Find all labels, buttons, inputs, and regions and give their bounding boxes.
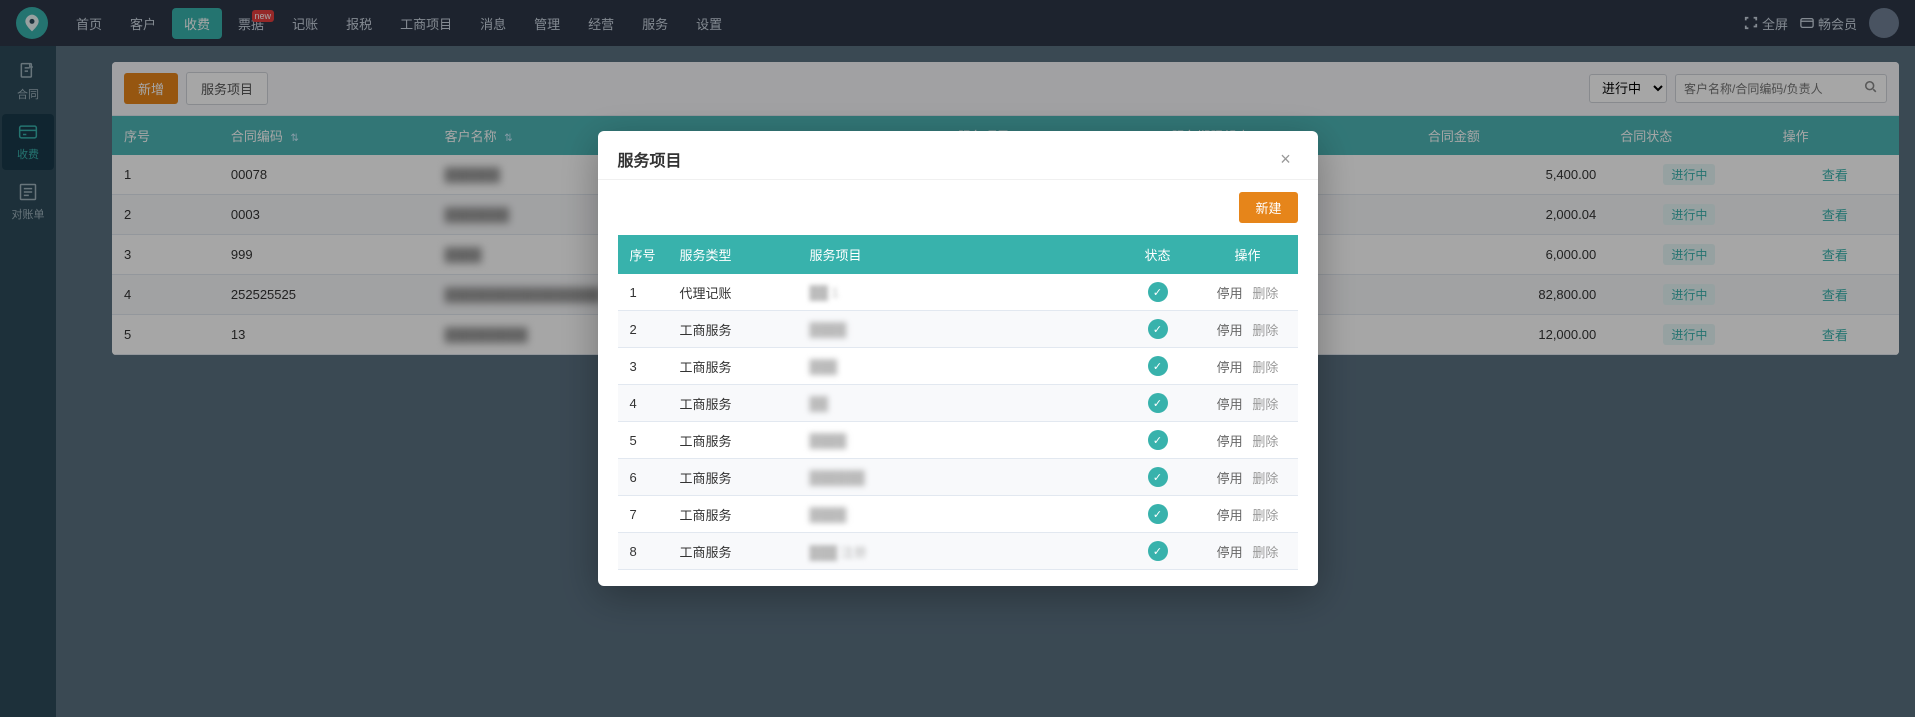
modal-cell-action: 停用 删除 [1198, 533, 1298, 570]
modal-new-button[interactable]: 新建 [1239, 192, 1297, 223]
stop-link[interactable]: 停用 [1217, 323, 1243, 338]
modal-cell-action: 停用 删除 [1198, 311, 1298, 348]
modal-cell-seq: 4 [618, 385, 668, 422]
stop-link[interactable]: 停用 [1217, 434, 1243, 449]
modal-cell-status: ✓ [1118, 422, 1198, 459]
delete-link[interactable]: 删除 [1252, 397, 1278, 412]
modal-close-button[interactable]: × [1274, 147, 1298, 171]
modal-cell-type: 工商服务 [668, 348, 798, 385]
modal-header: 服务项目 × [598, 131, 1318, 180]
modal-table-row: 4 工商服务 ██ ✓ 停用 删除 [618, 385, 1298, 422]
status-circle: ✓ [1148, 467, 1168, 487]
modal-th-seq: 序号 [618, 235, 668, 274]
modal-body: 新建 序号 服务类型 服务项目 状态 操作 1 代理记账 ██ 1 ✓ [598, 180, 1318, 586]
modal-overlay[interactable]: 服务项目 × 新建 序号 服务类型 服务项目 状态 操作 1 [0, 0, 1915, 717]
delete-link[interactable]: 删除 [1252, 508, 1278, 523]
modal-cell-seq: 6 [618, 459, 668, 496]
modal-cell-action: 停用 删除 [1198, 496, 1298, 533]
service-item-modal: 服务项目 × 新建 序号 服务类型 服务项目 状态 操作 1 [598, 131, 1318, 586]
modal-cell-item: ██████ [798, 459, 1118, 496]
modal-title: 服务项目 [618, 147, 682, 171]
status-circle: ✓ [1148, 282, 1168, 302]
status-circle: ✓ [1148, 504, 1168, 524]
modal-cell-item: ████ [798, 496, 1118, 533]
modal-table-row: 1 代理记账 ██ 1 ✓ 停用 删除 [618, 274, 1298, 311]
modal-cell-status: ✓ [1118, 385, 1198, 422]
modal-cell-seq: 2 [618, 311, 668, 348]
modal-cell-seq: 3 [618, 348, 668, 385]
modal-cell-item: ██ [798, 385, 1118, 422]
modal-table-row: 5 工商服务 ████ ✓ 停用 删除 [618, 422, 1298, 459]
modal-cell-type: 工商服务 [668, 496, 798, 533]
delete-link[interactable]: 删除 [1252, 286, 1278, 301]
modal-table-row: 3 工商服务 ███ ✓ 停用 删除 [618, 348, 1298, 385]
modal-cell-action: 停用 删除 [1198, 274, 1298, 311]
modal-th-item: 服务项目 [798, 235, 1118, 274]
status-circle: ✓ [1148, 430, 1168, 450]
status-circle: ✓ [1148, 319, 1168, 339]
modal-table-row: 8 工商服务 ███ 注册 ✓ 停用 删除 [618, 533, 1298, 570]
modal-cell-item: ████ [798, 311, 1118, 348]
modal-cell-type: 代理记账 [668, 274, 798, 311]
modal-cell-status: ✓ [1118, 311, 1198, 348]
modal-cell-seq: 8 [618, 533, 668, 570]
modal-th-type: 服务类型 [668, 235, 798, 274]
status-circle: ✓ [1148, 541, 1168, 561]
modal-cell-status: ✓ [1118, 274, 1198, 311]
modal-cell-status: ✓ [1118, 496, 1198, 533]
modal-cell-type: 工商服务 [668, 459, 798, 496]
modal-cell-action: 停用 删除 [1198, 459, 1298, 496]
delete-link[interactable]: 删除 [1252, 360, 1278, 375]
modal-cell-seq: 1 [618, 274, 668, 311]
modal-cell-type: 工商服务 [668, 533, 798, 570]
modal-table: 序号 服务类型 服务项目 状态 操作 1 代理记账 ██ 1 ✓ 停用 删除 2… [618, 235, 1298, 570]
modal-cell-item: ██ 1 [798, 274, 1118, 311]
modal-cell-seq: 5 [618, 422, 668, 459]
stop-link[interactable]: 停用 [1217, 286, 1243, 301]
modal-cell-action: 停用 删除 [1198, 422, 1298, 459]
modal-cell-item: ███ 注册 [798, 533, 1118, 570]
stop-link[interactable]: 停用 [1217, 397, 1243, 412]
modal-cell-type: 工商服务 [668, 422, 798, 459]
delete-link[interactable]: 删除 [1252, 545, 1278, 560]
modal-cell-type: 工商服务 [668, 385, 798, 422]
modal-cell-status: ✓ [1118, 533, 1198, 570]
modal-table-row: 7 工商服务 ████ ✓ 停用 删除 [618, 496, 1298, 533]
modal-cell-action: 停用 删除 [1198, 385, 1298, 422]
modal-cell-item: ███ [798, 348, 1118, 385]
modal-table-row: 2 工商服务 ████ ✓ 停用 删除 [618, 311, 1298, 348]
modal-table-row: 6 工商服务 ██████ ✓ 停用 删除 [618, 459, 1298, 496]
modal-th-action: 操作 [1198, 235, 1298, 274]
stop-link[interactable]: 停用 [1217, 508, 1243, 523]
stop-link[interactable]: 停用 [1217, 545, 1243, 560]
modal-cell-item: ████ [798, 422, 1118, 459]
modal-toolbar: 新建 [618, 192, 1298, 223]
delete-link[interactable]: 删除 [1252, 323, 1278, 338]
modal-th-status: 状态 [1118, 235, 1198, 274]
modal-cell-status: ✓ [1118, 348, 1198, 385]
modal-cell-status: ✓ [1118, 459, 1198, 496]
status-circle: ✓ [1148, 356, 1168, 376]
modal-cell-type: 工商服务 [668, 311, 798, 348]
stop-link[interactable]: 停用 [1217, 360, 1243, 375]
modal-cell-action: 停用 删除 [1198, 348, 1298, 385]
modal-cell-seq: 7 [618, 496, 668, 533]
delete-link[interactable]: 删除 [1252, 471, 1278, 486]
delete-link[interactable]: 删除 [1252, 434, 1278, 449]
status-circle: ✓ [1148, 393, 1168, 413]
stop-link[interactable]: 停用 [1217, 471, 1243, 486]
